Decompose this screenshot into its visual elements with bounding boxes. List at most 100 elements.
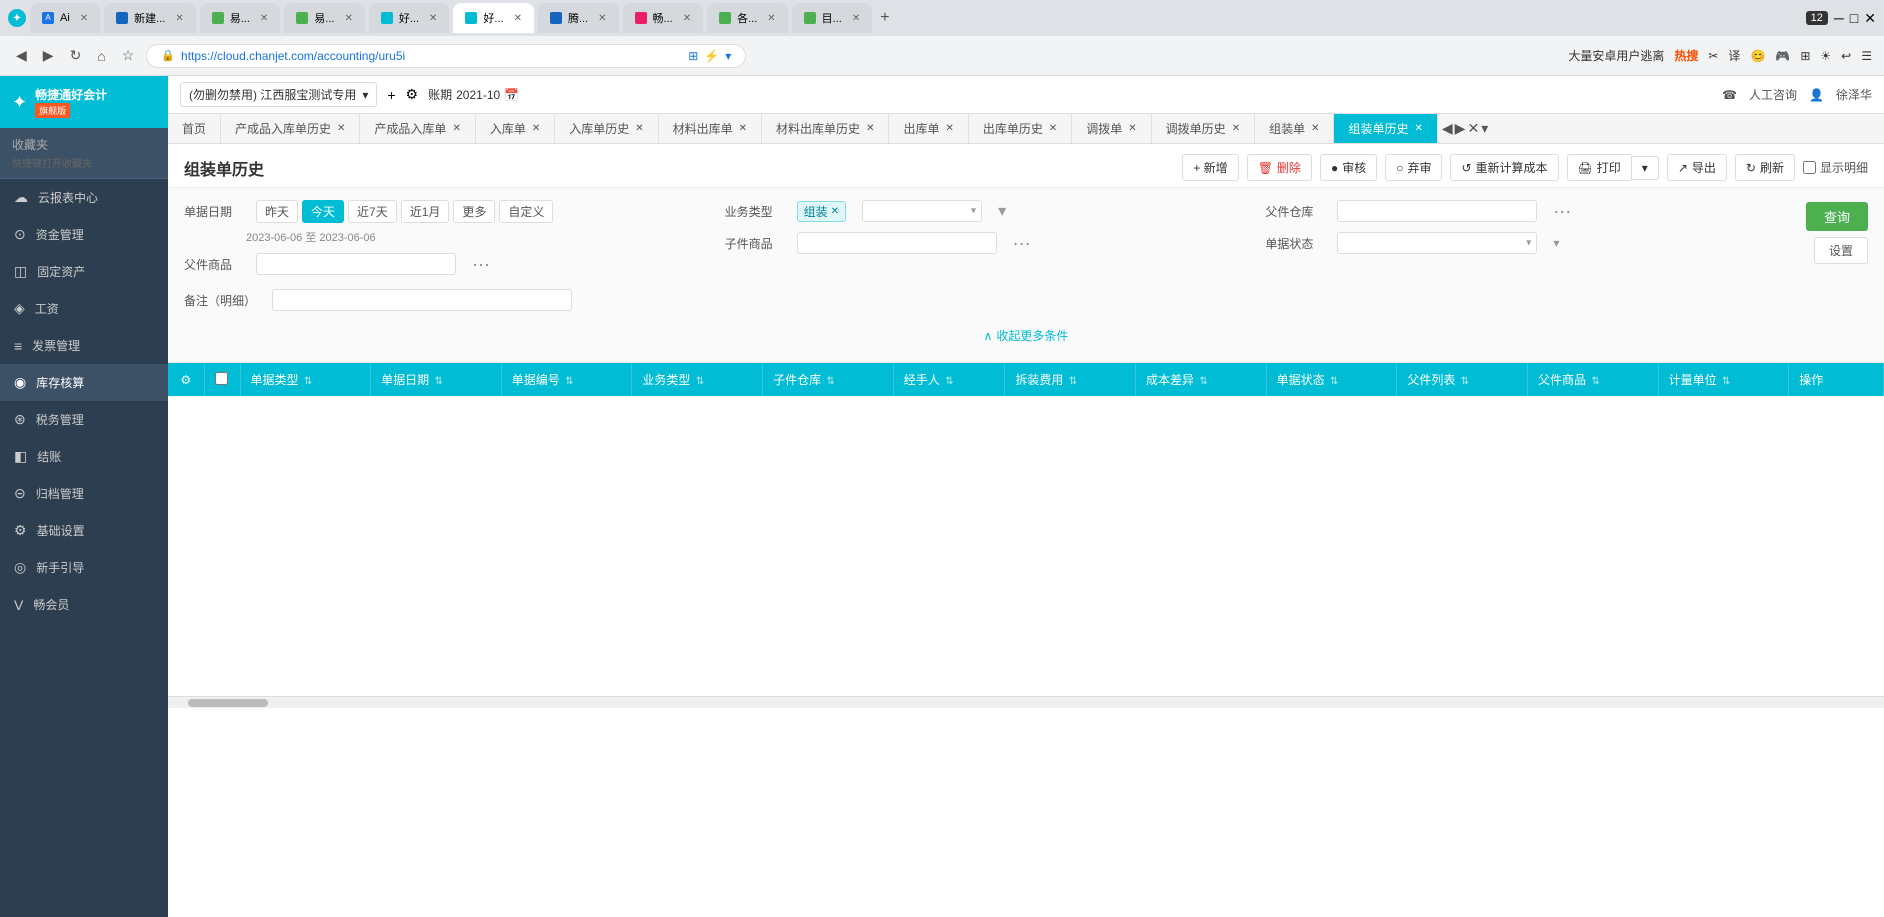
th-checkbox[interactable]: [204, 363, 240, 396]
browser-tab-9[interactable]: 畅... ✕: [623, 3, 704, 33]
tab-material-outbound[interactable]: 材料出库单 ✕: [659, 114, 762, 143]
child-goods-input[interactable]: [797, 232, 997, 254]
th-parent-goods[interactable]: 父件商品 ⇅: [1527, 363, 1658, 396]
th-child-warehouse[interactable]: 子件仓库 ⇅: [763, 363, 894, 396]
refresh-browser-button[interactable]: ↻: [66, 43, 86, 68]
bookmark-button[interactable]: ☆: [118, 43, 139, 68]
tab-close-icon[interactable]: ✕: [1128, 123, 1136, 134]
th-voucher-type[interactable]: 单据类型 ⇅: [240, 363, 371, 396]
browser-tab-11[interactable]: 目... ✕: [792, 3, 873, 33]
add-company-button[interactable]: +: [387, 87, 395, 103]
sidebar-item-settlement[interactable]: ◧ 结账: [0, 438, 168, 475]
browser-tab-8[interactable]: 腾... ✕: [538, 3, 619, 33]
tab-close-icon[interactable]: ✕: [452, 123, 460, 134]
user-name[interactable]: 徐泽华: [1836, 86, 1872, 103]
sidebar-item-finance[interactable]: ⊙ 资金管理: [0, 216, 168, 253]
parent-warehouse-more-icon[interactable]: ···: [1553, 201, 1571, 222]
collapse-button[interactable]: ∧ 收起更多条件: [184, 321, 1868, 350]
tab-next-button[interactable]: ▶: [1455, 120, 1466, 137]
query-button[interactable]: 查询: [1806, 202, 1868, 231]
display-detail-checkbox[interactable]: [1803, 161, 1816, 174]
date-btn-today[interactable]: 今天: [302, 200, 344, 223]
tab-close-icon[interactable]: ✕: [945, 123, 953, 134]
tab-inbound[interactable]: 入库单 ✕: [476, 114, 555, 143]
lightning-icon[interactable]: ⚡: [704, 49, 719, 63]
tab-production-inbound[interactable]: 产成品入库单 ✕: [360, 114, 475, 143]
select-all-checkbox[interactable]: [215, 372, 228, 385]
maximize-icon[interactable]: □: [1850, 10, 1858, 26]
recalculate-button[interactable]: ↺ 重新计算成本: [1450, 154, 1558, 181]
date-btn-yesterday[interactable]: 昨天: [256, 200, 298, 223]
browser-tab-new[interactable]: 新建... ✕: [104, 3, 196, 33]
tab-close-ai[interactable]: ✕: [80, 13, 88, 24]
browser-tab-3[interactable]: 易... ✕: [200, 3, 281, 33]
close-window-icon[interactable]: ✕: [1864, 10, 1876, 27]
abandon-button[interactable]: ○ 弃审: [1385, 154, 1442, 181]
sidebar-item-salary[interactable]: ◈ 工资: [0, 290, 168, 327]
parent-goods-input[interactable]: [256, 253, 456, 275]
sidebar-item-reports[interactable]: ☁ 云报表中心: [0, 179, 168, 216]
calendar-icon[interactable]: 📅: [504, 88, 519, 102]
date-btn-more[interactable]: 更多: [453, 200, 495, 223]
child-goods-more-icon[interactable]: ···: [1013, 233, 1031, 254]
parent-goods-more-icon[interactable]: ···: [472, 254, 490, 275]
th-voucher-date[interactable]: 单据日期 ⇅: [371, 363, 502, 396]
sidebar-item-archive[interactable]: ⊝ 归档管理: [0, 475, 168, 512]
scrollbar-thumb[interactable]: [188, 699, 268, 707]
tab-close-icon[interactable]: ✕: [1232, 123, 1240, 134]
th-handler[interactable]: 经手人 ⇅: [893, 363, 1005, 396]
tab-close-icon[interactable]: ✕: [1415, 123, 1423, 134]
date-btn-7days[interactable]: 近7天: [348, 200, 397, 223]
sidebar-item-tax[interactable]: ⊛ 税务管理: [0, 401, 168, 438]
th-settings[interactable]: ⚙: [168, 363, 204, 396]
sidebar-item-inventory[interactable]: ◉ 库存核算: [0, 364, 168, 401]
delete-button[interactable]: 🗑 删除: [1247, 154, 1312, 181]
date-btn-custom[interactable]: 自定义: [499, 200, 553, 223]
tab-transfer-history[interactable]: 调拨单历史 ✕: [1152, 114, 1255, 143]
tab-transfer[interactable]: 调拨单 ✕: [1072, 114, 1151, 143]
th-unit[interactable]: 计量单位 ⇅: [1658, 363, 1789, 396]
browser-tab-ai[interactable]: A Ai ✕: [30, 3, 100, 33]
browser-tab-10[interactable]: 各... ✕: [707, 3, 788, 33]
browser-tab-active[interactable]: 好... ✕: [453, 3, 534, 33]
set-button[interactable]: 设置: [1814, 237, 1868, 264]
sidebar-item-vip[interactable]: V 畅会员: [0, 586, 168, 623]
menu-icon[interactable]: ☰: [1861, 49, 1872, 63]
service-label[interactable]: 人工咨询: [1749, 86, 1797, 103]
browser-tab-4[interactable]: 易... ✕: [284, 3, 365, 33]
voucher-status-select[interactable]: 未审核 已审核: [1337, 232, 1537, 254]
print-button[interactable]: 🖨 打印: [1567, 154, 1631, 181]
tab-production-inbound-history[interactable]: 产成品入库单历史 ✕: [221, 114, 360, 143]
address-bar[interactable]: 🔒 https://cloud.chanjet.com/accounting/u…: [146, 44, 746, 68]
th-biz-type[interactable]: 业务类型 ⇅: [632, 363, 763, 396]
print-dropdown-button[interactable]: ▾: [1631, 156, 1659, 180]
tab-close-icon[interactable]: ✕: [1311, 123, 1319, 134]
home-button[interactable]: ⌂: [93, 44, 109, 68]
new-tab-button[interactable]: +: [876, 9, 893, 27]
tab-close-icon[interactable]: ✕: [635, 123, 643, 134]
biz-type-tag-close[interactable]: ✕: [831, 206, 839, 217]
tab-outbound[interactable]: 出库单 ✕: [889, 114, 968, 143]
tab-outbound-history[interactable]: 出库单历史 ✕: [969, 114, 1072, 143]
tab-close-icon[interactable]: ✕: [337, 123, 345, 134]
company-settings-button[interactable]: ⚙: [406, 86, 419, 103]
biz-type-select[interactable]: 组装 拆装: [862, 200, 982, 222]
tab-inbound-history[interactable]: 入库单历史 ✕: [555, 114, 658, 143]
tab-close-all-button[interactable]: ✕: [1467, 120, 1479, 137]
sidebar-item-assets[interactable]: ◫ 固定资产: [0, 253, 168, 290]
tab-assembly[interactable]: 组装单 ✕: [1255, 114, 1334, 143]
biz-type-more-icon[interactable]: ▾: [998, 201, 1006, 221]
parent-warehouse-input[interactable]: [1337, 200, 1537, 222]
th-disassembly-fee[interactable]: 拆装费用 ⇅: [1005, 363, 1136, 396]
display-toggle[interactable]: 显示明细: [1803, 159, 1868, 176]
th-cost-diff[interactable]: 成本差异 ⇅: [1136, 363, 1267, 396]
horizontal-scrollbar[interactable]: [168, 696, 1884, 708]
tab-close-icon[interactable]: ✕: [739, 123, 747, 134]
note-input[interactable]: [272, 289, 572, 311]
minimize-icon[interactable]: ─: [1834, 10, 1844, 26]
refresh-button[interactable]: ↻ 刷新: [1735, 154, 1795, 181]
qr-icon[interactable]: ⊞: [688, 49, 698, 63]
tab-close-icon[interactable]: ✕: [532, 123, 540, 134]
browser-tab-5[interactable]: 好... ✕: [369, 3, 450, 33]
sidebar-item-settings[interactable]: ⚙ 基础设置: [0, 512, 168, 549]
